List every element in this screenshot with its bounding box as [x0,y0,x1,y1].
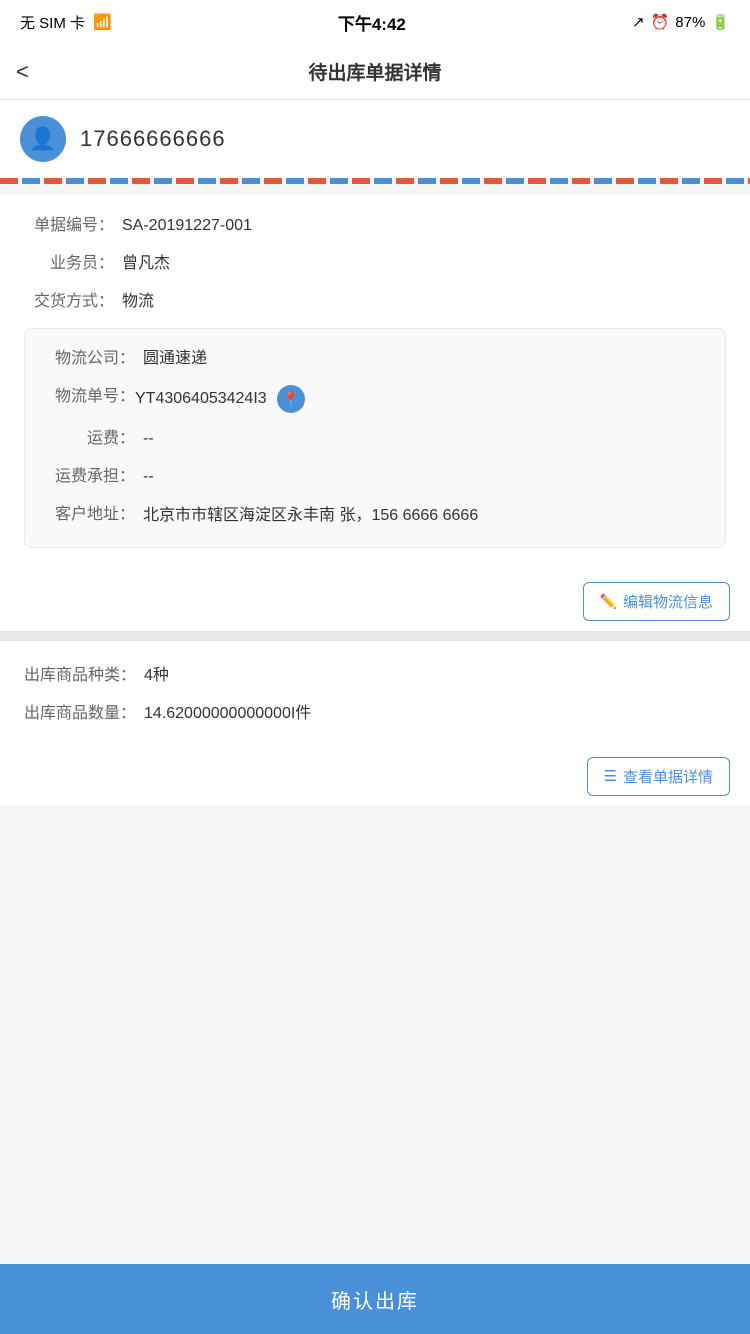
customer-header: 👤 17666666666 [0,100,750,178]
status-time: 下午4:42 [338,10,406,35]
product-quantity-label: 出库商品数量： [24,699,136,723]
salesman-value: 曾凡杰 [122,252,726,276]
logistics-company-value: 圆通速递 [143,347,705,371]
info-section: 单据编号： SA-20191227-001 业务员： 曾凡杰 交货方式： 物流 … [0,194,750,568]
carrier-text: 无 SIM 卡 [20,12,85,33]
location-pin-icon[interactable]: 📍 [277,385,305,413]
freight-bearer-label: 运费承担： [45,465,135,489]
bottom-spacer [0,806,750,966]
location-icon: ↗ [632,13,645,31]
back-button[interactable]: < [16,59,29,85]
view-details-button[interactable]: ☰ 查看单据详情 [587,757,730,796]
salesman-row: 业务员： 曾凡杰 [24,252,726,276]
page-title: 待出库单据详情 [308,58,441,85]
tracking-number: YT43064053424I3 [135,390,267,408]
edit-logistics-button[interactable]: ✏️ 编辑物流信息 [583,582,730,621]
delivery-row: 交货方式： 物流 [24,290,726,314]
doc-no-row: 单据编号： SA-20191227-001 [24,214,726,238]
status-bar: 无 SIM 卡 📶 下午4:42 ↗ ⏰ 87% 🔋 [0,0,750,44]
tracking-row: 物流单号： YT43064053424I3 📍 [45,385,705,413]
battery-text: 87% [675,14,705,31]
address-label: 客户地址： [45,503,135,527]
tracking-number-container: YT43064053424I3 📍 [135,385,305,413]
delivery-label: 交货方式： [24,290,114,314]
customer-phone: 17666666666 [80,126,226,152]
view-btn-label: 查看单据详情 [623,766,713,787]
doc-no-label: 单据编号： [24,214,114,238]
logistics-company-row: 物流公司： 圆通速递 [45,347,705,371]
salesman-label: 业务员： [24,252,114,276]
product-types-row: 出库商品种类： 4种 [24,661,726,685]
confirm-btn-bar[interactable]: 确认出库 [0,1264,750,1334]
status-right: ↗ ⏰ 87% 🔋 [632,13,730,31]
wifi-icon: 📶 [93,13,112,31]
section-separator [0,631,750,641]
freight-bearer-row: 运费承担： -- [45,465,705,489]
avatar: 👤 [20,116,66,162]
freight-label: 运费： [45,427,135,451]
freight-bearer-value: -- [143,465,705,489]
freight-value: -- [143,427,705,451]
doc-no-value: SA-20191227-001 [122,214,726,238]
list-icon: ☰ [604,767,617,785]
confirm-button-label: 确认出库 [331,1285,419,1314]
tracking-label: 物流单号： [45,385,135,409]
address-row: 客户地址： 北京市市辖区海淀区永丰南 张，156 6666 6666 [45,503,705,529]
delivery-value: 物流 [122,290,726,314]
edit-icon: ✏️ [600,593,617,610]
nav-bar: < 待出库单据详情 [0,44,750,100]
logistics-company-label: 物流公司： [45,347,135,371]
product-types-value: 4种 [144,661,169,685]
product-section: 出库商品种类： 4种 出库商品数量： 14.62000000000000I件 [0,641,750,743]
view-btn-row: ☰ 查看单据详情 [0,743,750,806]
freight-row: 运费： -- [45,427,705,451]
logistics-card: 物流公司： 圆通速递 物流单号： YT43064053424I3 📍 运费： -… [24,328,726,548]
edit-btn-label: 编辑物流信息 [623,591,713,612]
battery-icon: 🔋 [711,13,730,31]
alarm-icon: ⏰ [651,13,670,31]
edit-btn-row: ✏️ 编辑物流信息 [0,568,750,631]
product-quantity-row: 出库商品数量： 14.62000000000000I件 [24,699,726,723]
product-types-label: 出库商品种类： [24,661,136,685]
product-quantity-value: 14.62000000000000I件 [144,699,311,723]
address-value: 北京市市辖区海淀区永丰南 张，156 6666 6666 [143,503,705,529]
user-icon: 👤 [29,126,56,152]
status-left: 无 SIM 卡 📶 [20,12,112,33]
dashed-divider [0,178,750,184]
